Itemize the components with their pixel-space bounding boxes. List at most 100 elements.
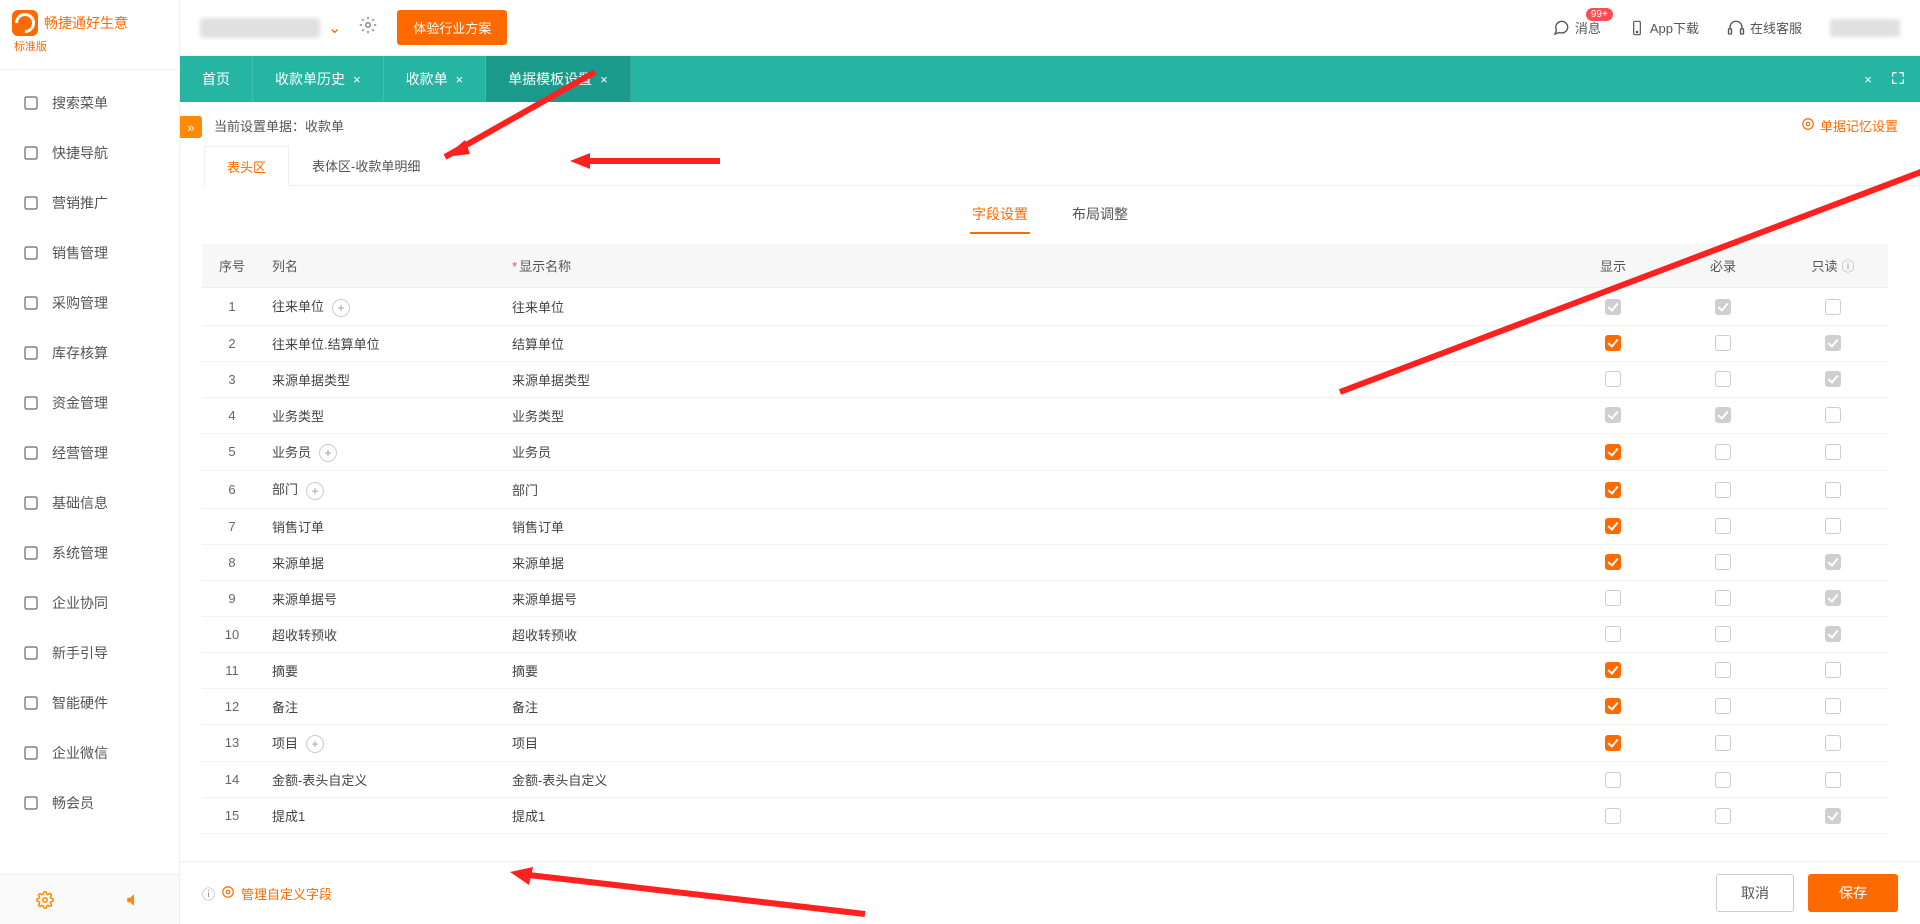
company-dropdown-icon[interactable]: ⌄ <box>328 18 341 38</box>
checkbox[interactable] <box>1605 335 1621 351</box>
page-tab[interactable]: 单据模板设置× <box>486 56 631 102</box>
checkbox[interactable] <box>1715 590 1731 606</box>
user-info-blurred[interactable] <box>1830 19 1900 37</box>
sound-icon[interactable] <box>90 875 180 924</box>
experience-button[interactable]: 体验行业方案 <box>397 10 507 45</box>
checkbox[interactable] <box>1715 808 1731 824</box>
checkbox[interactable] <box>1605 518 1621 534</box>
checkbox[interactable] <box>1715 626 1731 642</box>
save-button[interactable]: 保存 <box>1808 874 1898 912</box>
checkbox[interactable] <box>1605 444 1621 460</box>
checkbox[interactable] <box>1825 662 1841 678</box>
checkbox[interactable] <box>1715 335 1731 351</box>
checkbox[interactable] <box>1605 626 1621 642</box>
sidebar-item[interactable]: 营销推广 <box>0 178 179 228</box>
sidebar-item[interactable]: 智能硬件 <box>0 678 179 728</box>
message-button[interactable]: 消息 99+ <box>1552 18 1601 37</box>
checkbox[interactable] <box>1825 772 1841 788</box>
sidebar-item[interactable]: 资金管理 <box>0 378 179 428</box>
checkbox[interactable] <box>1605 590 1621 606</box>
sidebar-item[interactable]: 系统管理 <box>0 528 179 578</box>
page-tabs: 首页收款单历史×收款单×单据模板设置×× <box>180 56 1920 102</box>
sidebar-item[interactable]: 快捷导航 <box>0 128 179 178</box>
page-tab[interactable]: 收款单× <box>384 56 487 102</box>
checkbox[interactable] <box>1605 482 1621 498</box>
checkbox[interactable] <box>1825 299 1841 315</box>
customer-service-button[interactable]: 在线客服 <box>1727 18 1802 37</box>
cell-display[interactable]: 业务员 <box>502 433 1558 471</box>
checkbox[interactable] <box>1715 735 1731 751</box>
cell-display[interactable]: 提成1 <box>502 798 1558 834</box>
cell-display[interactable]: 来源单据 <box>502 544 1558 580</box>
field-table-wrap[interactable]: 序号 列名 *显示名称 显示 必录 只读ⓘ 1 往来单位+ 往来单位 2 往来单… <box>202 244 1898 849</box>
checkbox[interactable] <box>1715 554 1731 570</box>
cell-display[interactable]: 销售订单 <box>502 508 1558 544</box>
add-icon[interactable]: + <box>332 299 350 317</box>
close-icon[interactable]: × <box>353 72 361 87</box>
sidebar-item[interactable]: 库存核算 <box>0 328 179 378</box>
checkbox[interactable] <box>1715 772 1731 788</box>
sidebar-item[interactable]: 经营管理 <box>0 428 179 478</box>
close-icon[interactable]: × <box>456 72 464 87</box>
cell-display[interactable]: 金额-表头自定义 <box>502 762 1558 798</box>
checkbox[interactable] <box>1825 482 1841 498</box>
cell-display[interactable]: 摘要 <box>502 652 1558 688</box>
sidebar-item[interactable]: 企业协同 <box>0 578 179 628</box>
checkbox[interactable] <box>1825 518 1841 534</box>
checkbox[interactable] <box>1715 662 1731 678</box>
area-tab[interactable]: 表体区-收款单明细 <box>289 145 443 185</box>
checkbox[interactable] <box>1715 444 1731 460</box>
cell-display[interactable]: 项目 <box>502 724 1558 762</box>
sidebar-item-label: 搜索菜单 <box>52 93 108 113</box>
checkbox[interactable] <box>1715 371 1731 387</box>
checkbox[interactable] <box>1605 808 1621 824</box>
memory-settings-button[interactable]: 单据记忆设置 <box>1801 116 1898 135</box>
page-tab[interactable]: 首页 <box>180 56 253 102</box>
sidebar-item[interactable]: 销售管理 <box>0 228 179 278</box>
manage-custom-fields-button[interactable]: ⓘ 管理自定义字段 <box>202 884 332 903</box>
close-icon[interactable]: × <box>600 72 608 87</box>
cell-show <box>1558 762 1668 798</box>
area-tab[interactable]: 表头区 <box>204 146 289 186</box>
checkbox[interactable] <box>1605 554 1621 570</box>
cell-display[interactable]: 来源单据号 <box>502 580 1558 616</box>
cell-display[interactable]: 备注 <box>502 688 1558 724</box>
cell-display[interactable]: 来源单据类型 <box>502 361 1558 397</box>
close-all-icon[interactable]: × <box>1864 72 1872 87</box>
cancel-button[interactable]: 取消 <box>1716 874 1794 912</box>
settings-icon[interactable] <box>0 875 90 924</box>
config-subtab[interactable]: 布局调整 <box>1070 200 1130 234</box>
cell-display[interactable]: 业务类型 <box>502 397 1558 433</box>
checkbox[interactable] <box>1825 407 1841 423</box>
app-download-button[interactable]: App下载 <box>1629 18 1699 37</box>
add-icon[interactable]: + <box>319 444 337 462</box>
sidebar-item[interactable]: 基础信息 <box>0 478 179 528</box>
checkbox[interactable] <box>1715 482 1731 498</box>
checkbox[interactable] <box>1825 698 1841 714</box>
config-subtab[interactable]: 字段设置 <box>970 200 1030 234</box>
checkbox[interactable] <box>1605 698 1621 714</box>
fullscreen-icon[interactable] <box>1890 70 1906 89</box>
checkbox[interactable] <box>1605 735 1621 751</box>
checkbox[interactable] <box>1605 371 1621 387</box>
checkbox[interactable] <box>1825 735 1841 751</box>
cell-display[interactable]: 部门 <box>502 471 1558 509</box>
add-icon[interactable]: + <box>306 482 324 500</box>
checkbox[interactable] <box>1605 662 1621 678</box>
checkbox[interactable] <box>1825 444 1841 460</box>
cell-display[interactable]: 超收转预收 <box>502 616 1558 652</box>
gear-icon[interactable] <box>359 16 377 39</box>
sidebar-item[interactable]: 畅会员 <box>0 778 179 828</box>
add-icon[interactable]: + <box>306 735 324 753</box>
sidebar-item[interactable]: 企业微信 <box>0 728 179 778</box>
checkbox[interactable] <box>1715 518 1731 534</box>
collapse-sidebar-handle[interactable]: » <box>180 116 202 138</box>
cell-display[interactable]: 结算单位 <box>502 325 1558 361</box>
sidebar-item[interactable]: 搜索菜单 <box>0 78 179 128</box>
sidebar-item[interactable]: 新手引导 <box>0 628 179 678</box>
checkbox[interactable] <box>1715 698 1731 714</box>
sidebar-item[interactable]: 采购管理 <box>0 278 179 328</box>
checkbox[interactable] <box>1605 772 1621 788</box>
cell-display[interactable]: 往来单位 <box>502 288 1558 326</box>
page-tab[interactable]: 收款单历史× <box>253 56 384 102</box>
